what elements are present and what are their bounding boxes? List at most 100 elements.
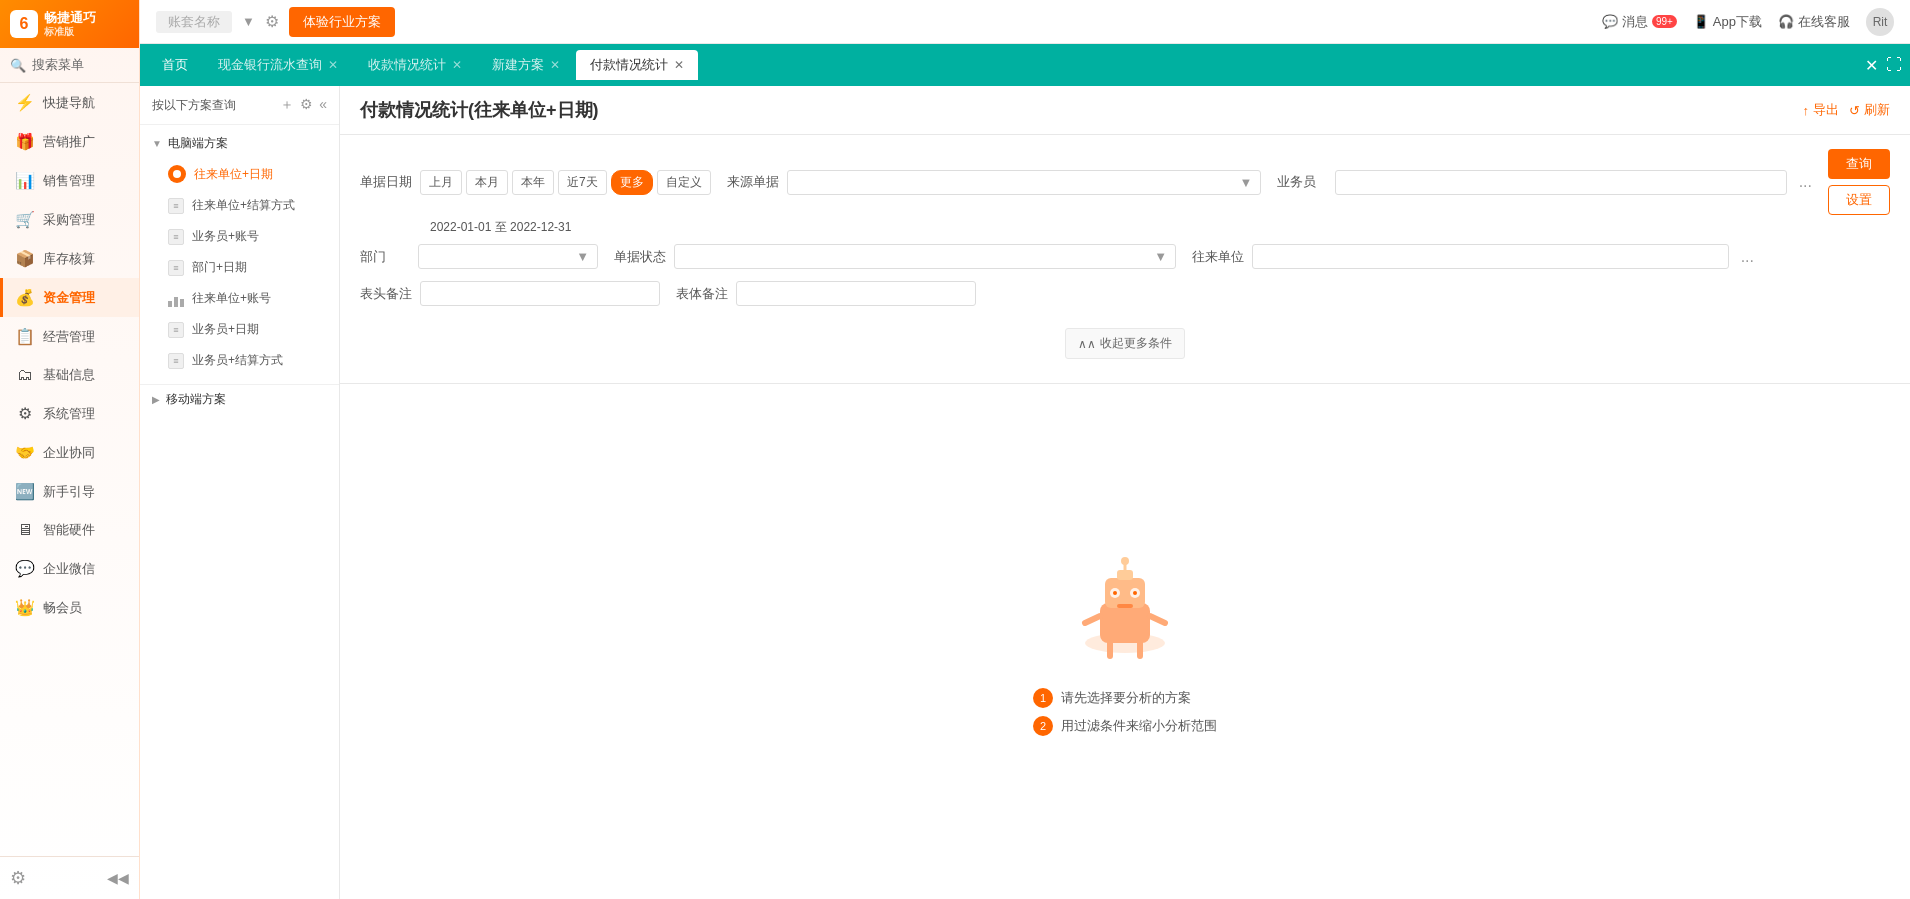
tab-receipt-stats-close[interactable]: ✕ <box>452 58 462 72</box>
sidebar-item-label: 库存核算 <box>43 250 95 268</box>
collapse-button[interactable]: ∧∧ 收起更多条件 <box>1065 328 1185 359</box>
tab-home[interactable]: 首页 <box>148 50 202 80</box>
page-header: 付款情况统计(往来单位+日期) ↑ 导出 ↺ 刷新 <box>340 86 1910 135</box>
source-select[interactable]: ▼ <box>787 170 1262 195</box>
date-btn-custom[interactable]: 自定义 <box>657 170 711 195</box>
sidebar-item-quick-nav[interactable]: ⚡ 快捷导航 <box>0 83 139 122</box>
salesman-input[interactable] <box>1335 170 1786 195</box>
partner-dots[interactable]: ... <box>1741 248 1754 266</box>
sidebar-search-label: 搜索菜单 <box>32 56 84 74</box>
system-icon: ⚙ <box>15 404 35 423</box>
date-btn-last-month[interactable]: 上月 <box>420 170 462 195</box>
sidebar-item-inventory[interactable]: 📦 库存核算 <box>0 239 139 278</box>
step-2-number: 2 <box>1033 716 1053 736</box>
dept-select[interactable]: ▼ <box>418 244 598 269</box>
sidebar-item-system[interactable]: ⚙ 系统管理 <box>0 394 139 433</box>
tab-new-scheme-close[interactable]: ✕ <box>550 58 560 72</box>
sidebar-item-marketing[interactable]: 🎁 营销推广 <box>0 122 139 161</box>
tab-expand-icon[interactable]: ⛶ <box>1886 56 1902 74</box>
user-avatar: Rit <box>1866 8 1894 36</box>
scheme-item-label: 业务员+账号 <box>192 228 259 245</box>
scheme-mobile-group-title[interactable]: ▶ 移动端方案 <box>140 384 339 414</box>
source-dropdown-icon: ▼ <box>1239 175 1252 190</box>
scheme-settings-icon[interactable]: ⚙ <box>300 96 313 114</box>
table-body-input[interactable] <box>736 281 976 306</box>
user-item[interactable]: Rit <box>1866 8 1894 36</box>
partner-input[interactable] <box>1252 244 1729 269</box>
scheme-item-partner-account[interactable]: 往来单位+账号 <box>140 283 339 314</box>
scheme-item-salesman-date[interactable]: ≡ 业务员+日期 <box>140 314 339 345</box>
refresh-button[interactable]: ↺ 刷新 <box>1849 101 1890 119</box>
scheme-add-icon[interactable]: ＋ <box>280 96 294 114</box>
messages-icon: 💬 <box>1602 14 1618 29</box>
sidebar-item-enterprise[interactable]: 🤝 企业协同 <box>0 433 139 472</box>
date-btn-more[interactable]: 更多 <box>611 170 653 195</box>
sidebar-settings-icon[interactable]: ⚙ <box>10 867 26 889</box>
date-btn-last7[interactable]: 近7天 <box>558 170 607 195</box>
filter-dept-item: 部门 ▼ <box>360 244 598 269</box>
guide-icon: 🆕 <box>15 482 35 501</box>
export-button[interactable]: ↑ 导出 <box>1803 101 1840 119</box>
scheme-item-salesman-settle[interactable]: ≡ 业务员+结算方式 <box>140 345 339 376</box>
sidebar-item-label: 企业协同 <box>43 444 95 462</box>
sidebar-collapse-icon[interactable]: ◀◀ <box>107 870 129 886</box>
sidebar-item-wechat[interactable]: 💬 企业微信 <box>0 549 139 588</box>
basic-info-icon: 🗂 <box>15 366 35 384</box>
wechat-icon: 💬 <box>15 559 35 578</box>
sidebar-item-guide[interactable]: 🆕 新手引导 <box>0 472 139 511</box>
table-head-input[interactable] <box>420 281 660 306</box>
messages-label: 消息 <box>1622 13 1648 31</box>
header-dropdown-icon[interactable]: ▼ <box>242 14 255 29</box>
scheme-mobile-group: ▶ 移动端方案 <box>140 380 339 418</box>
filter-source-item: 来源单据 ▼ <box>727 170 1262 195</box>
online-service-item[interactable]: 🎧 在线客服 <box>1778 13 1850 31</box>
app-download-item[interactable]: 📱 App下载 <box>1693 13 1762 31</box>
table-head-label: 表头备注 <box>360 285 412 303</box>
sidebar-item-finance[interactable]: 💰 资金管理 <box>0 278 139 317</box>
svg-point-6 <box>1133 591 1137 595</box>
scheme-collapse-icon[interactable]: « <box>319 96 327 114</box>
scheme-item-dept-date[interactable]: ≡ 部门+日期 <box>140 252 339 283</box>
sidebar-item-member[interactable]: 👑 畅会员 <box>0 588 139 627</box>
sidebar-item-basic-info[interactable]: 🗂 基础信息 <box>0 356 139 394</box>
tab-receipt-stats[interactable]: 收款情况统计 ✕ <box>354 50 476 80</box>
date-range-display: 2022-01-01 至 2022-12-31 <box>426 219 1890 236</box>
trial-button[interactable]: 体验行业方案 <box>289 7 395 37</box>
scheme-pc-group-title[interactable]: ▼ 电脑端方案 <box>140 129 339 158</box>
messages-item[interactable]: 💬 消息 99+ <box>1602 13 1677 31</box>
tab-bank-flow-close[interactable]: ✕ <box>328 58 338 72</box>
tab-bank-flow[interactable]: 现金银行流水查询 ✕ <box>204 50 352 80</box>
scheme-item-salesman-account[interactable]: ≡ 业务员+账号 <box>140 221 339 252</box>
sales-icon: 📊 <box>15 171 35 190</box>
sidebar-search[interactable]: 🔍 搜索菜单 <box>0 48 139 83</box>
step-1-text: 请先选择要分析的方案 <box>1061 689 1191 707</box>
tab-payment-stats-close[interactable]: ✕ <box>674 58 684 72</box>
date-btn-this-year[interactable]: 本年 <box>512 170 554 195</box>
sidebar-item-smart[interactable]: 🖥 智能硬件 <box>0 511 139 549</box>
date-btn-this-month[interactable]: 本月 <box>466 170 508 195</box>
purchase-icon: 🛒 <box>15 210 35 229</box>
header-gear-icon[interactable]: ⚙ <box>265 12 279 31</box>
filter-right-group-1: 来源单据 ▼ 业务员 ... <box>727 170 1812 195</box>
salesman-dots[interactable]: ... <box>1799 173 1812 191</box>
refresh-icon: ↺ <box>1849 103 1860 118</box>
tab-new-scheme[interactable]: 新建方案 ✕ <box>478 50 574 80</box>
tab-payment-stats-label: 付款情况统计 <box>590 56 668 74</box>
tab-close-all-icon[interactable]: ✕ <box>1865 56 1878 75</box>
logo-name: 畅捷通巧 <box>44 10 96 26</box>
scheme-item-partner-date[interactable]: 往来单位+日期 <box>140 158 339 190</box>
sidebar-item-operations[interactable]: 📋 经营管理 <box>0 317 139 356</box>
sidebar-item-label: 畅会员 <box>43 599 82 617</box>
docstatus-select[interactable]: ▼ <box>674 244 1176 269</box>
step-1-number: 1 <box>1033 688 1053 708</box>
scheme-item-partner-settle[interactable]: ≡ 往来单位+结算方式 <box>140 190 339 221</box>
query-button[interactable]: 查询 <box>1828 149 1890 179</box>
sidebar-item-sales[interactable]: 📊 销售管理 <box>0 161 139 200</box>
filter-settings-button[interactable]: 设置 <box>1828 185 1890 215</box>
marketing-icon: 🎁 <box>15 132 35 151</box>
tab-payment-stats[interactable]: 付款情况统计 ✕ <box>576 50 698 80</box>
sidebar-item-purchase[interactable]: 🛒 采购管理 <box>0 200 139 239</box>
inventory-icon: 📦 <box>15 249 35 268</box>
filter-actions: 查询 设置 <box>1828 149 1890 215</box>
sidebar-footer: ⚙ ◀◀ <box>0 856 139 899</box>
